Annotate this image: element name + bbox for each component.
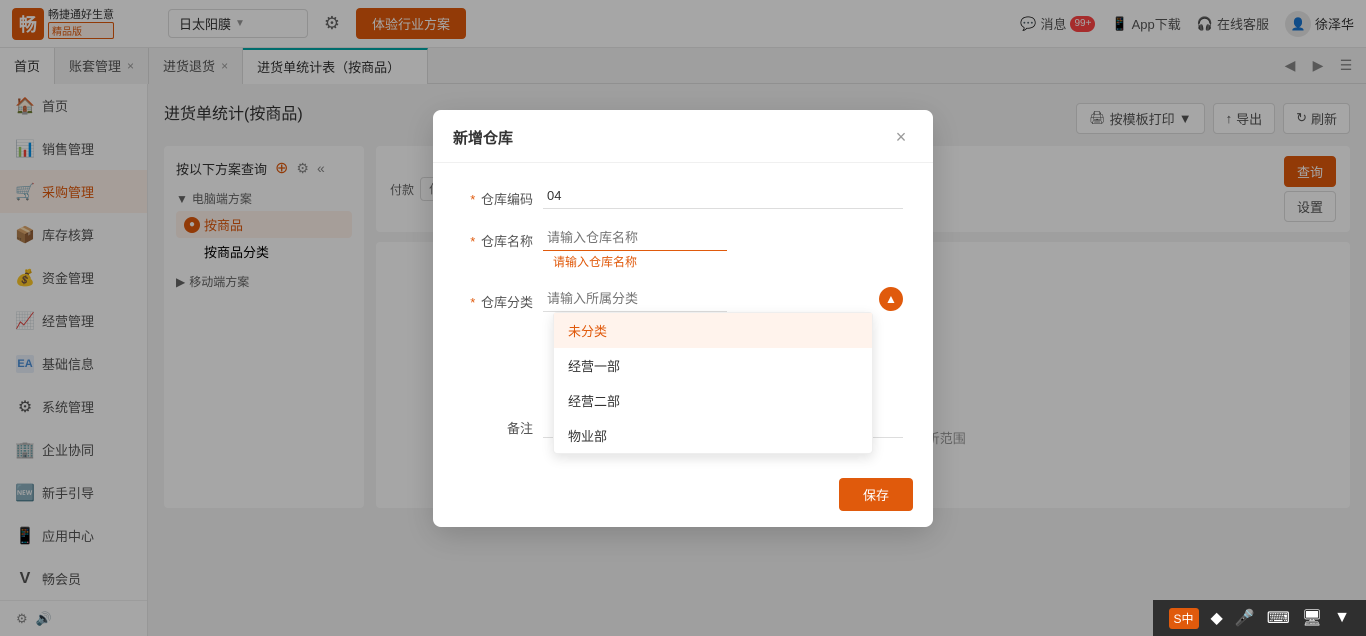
- modal-close-button[interactable]: ×: [889, 126, 913, 150]
- bottom-bar: S中 ◆ 🎤 ⌨ 🖥 ▼: [1153, 600, 1366, 636]
- name-input-wrap: [543, 225, 727, 251]
- bottom-keyboard-icon[interactable]: ⌨: [1267, 608, 1290, 628]
- note-label: 备注: [463, 412, 543, 437]
- form-row-code: * 仓库编码: [463, 183, 903, 209]
- bottom-s-icon[interactable]: S中: [1169, 608, 1199, 629]
- category-label: * 仓库分类: [463, 286, 543, 311]
- category-dropdown-toggle[interactable]: ▲: [879, 287, 903, 311]
- modal-title: 新增仓库: [453, 127, 513, 148]
- save-button[interactable]: 保存: [839, 478, 913, 511]
- category-input-wrap: ▲: [543, 286, 903, 312]
- modal-header: 新增仓库 ×: [433, 110, 933, 163]
- name-input[interactable]: [543, 225, 727, 251]
- category-input[interactable]: [543, 286, 727, 312]
- bottom-monitor-icon[interactable]: 🖥: [1302, 608, 1322, 628]
- bottom-mic-icon[interactable]: 🎤: [1235, 608, 1255, 628]
- form-row-name: * 仓库名称 请输入仓库名称: [463, 225, 903, 270]
- dropdown-option-dept1[interactable]: 经营一部: [554, 348, 872, 383]
- dropdown-option-dept2[interactable]: 经营二部: [554, 383, 872, 418]
- modal-new-warehouse: 新增仓库 × * 仓库编码 * 仓库名称: [433, 110, 933, 527]
- dropdown-option-property[interactable]: 物业部: [554, 418, 872, 453]
- category-dropdown-list: 未分类 经营一部 经营二部 物业部: [553, 312, 873, 454]
- modal-body: * 仓库编码 * 仓库名称 请输入仓库名称: [433, 163, 933, 470]
- form-row-category: * 仓库分类 ▲ 未分类 经营一部 经营二部: [463, 286, 903, 312]
- dropdown-option-unclassified[interactable]: 未分类: [554, 313, 872, 348]
- name-error-message: 请输入仓库名称: [553, 253, 637, 270]
- code-input[interactable]: [543, 183, 903, 209]
- code-label: * 仓库编码: [463, 183, 543, 208]
- bottom-diamond-icon: ◆: [1211, 608, 1223, 628]
- modal-footer: 保存: [433, 470, 933, 527]
- name-label: * 仓库名称: [463, 225, 543, 250]
- bottom-arrow-icon[interactable]: ▼: [1334, 609, 1350, 627]
- modal-overlay: 新增仓库 × * 仓库编码 * 仓库名称: [0, 0, 1366, 636]
